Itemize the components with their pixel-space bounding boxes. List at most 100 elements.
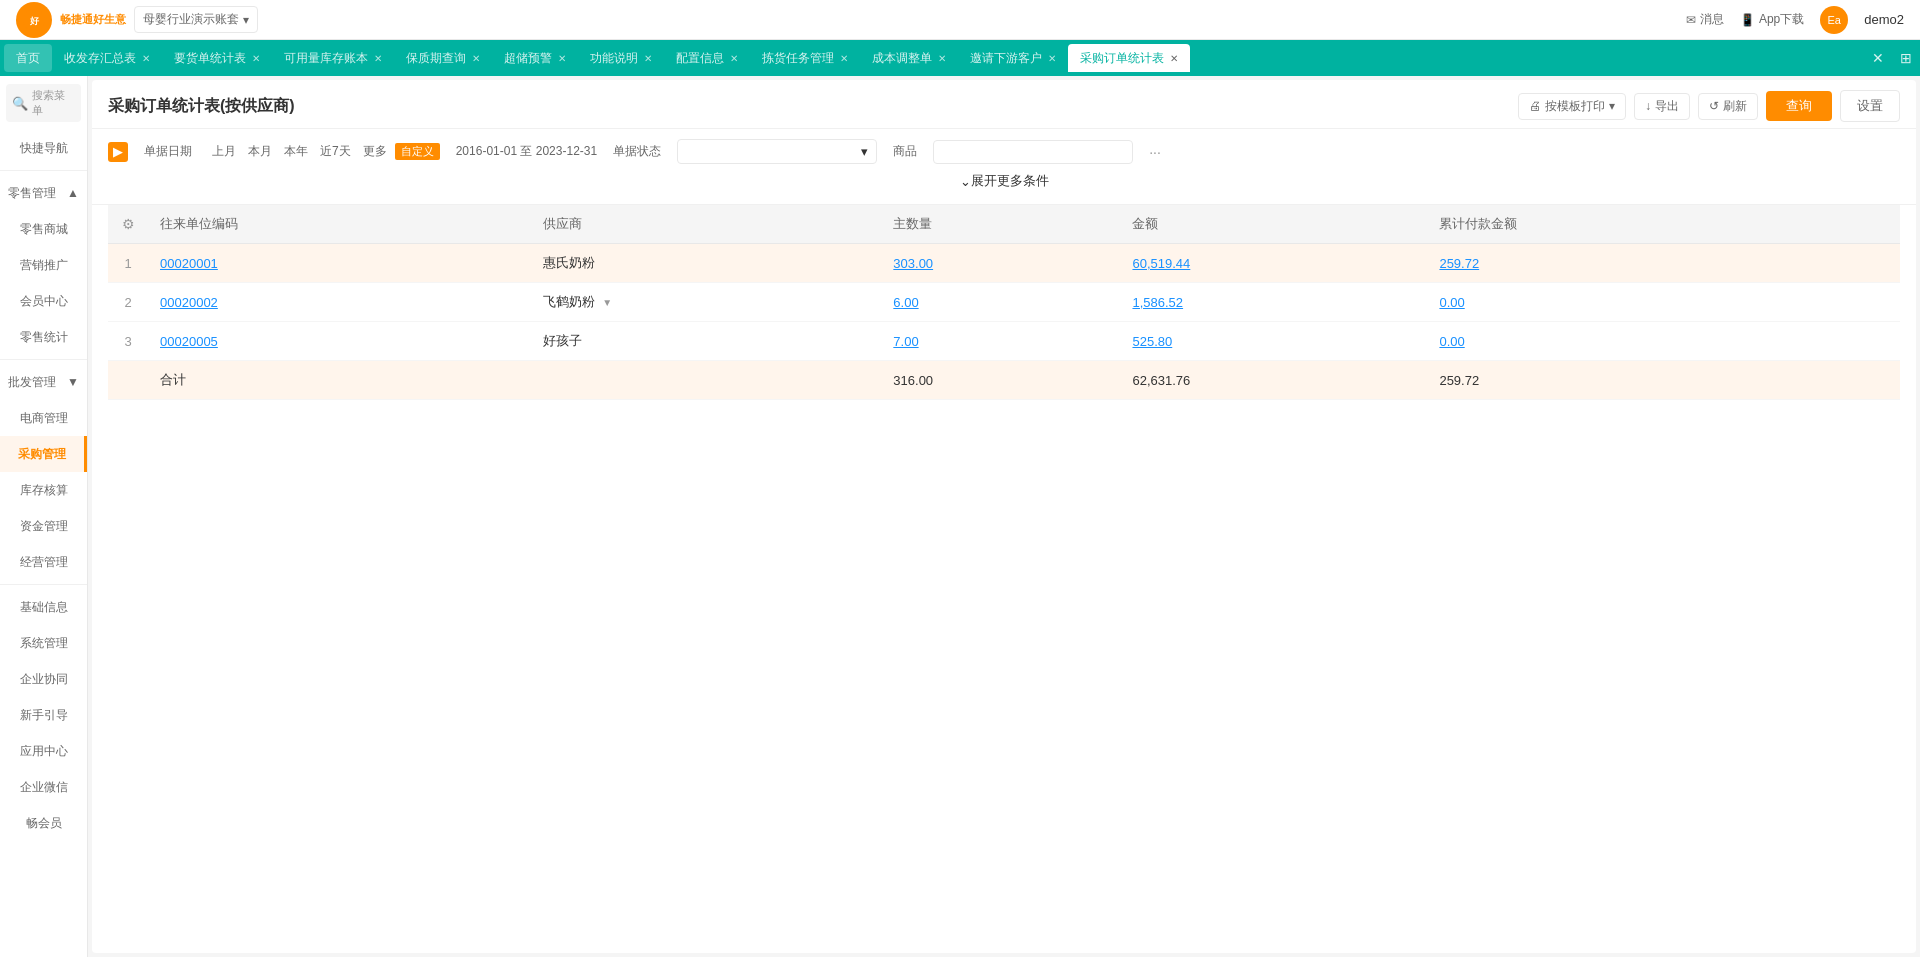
sidebar-item-app-center[interactable]: 应用中心 xyxy=(0,733,87,769)
sidebar-section-retail[interactable]: 零售管理 ▲ xyxy=(0,175,87,211)
sidebar-item-quick-nav[interactable]: 快捷导航 xyxy=(0,130,87,166)
date-shortcut-7days[interactable]: 近7天 xyxy=(316,141,355,162)
tab-pick-task[interactable]: 拣货任务管理 ✕ xyxy=(750,44,860,72)
sidebar-item-enterprise-collab[interactable]: 企业协同 xyxy=(0,661,87,697)
avatar[interactable]: Ea xyxy=(1820,6,1848,34)
tab-purchase-stats[interactable]: 采购订单统计表 ✕ xyxy=(1068,44,1190,72)
sidebar-item-capital-mgmt[interactable]: 资金管理 xyxy=(0,508,87,544)
sidebar-search-area[interactable]: 🔍 搜索菜单 xyxy=(0,76,87,130)
filter-row-1: ▶ 单据日期 上月 本月 本年 近7天 更多 自定义 2016-01-01 至 xyxy=(108,139,1900,164)
date-custom-badge[interactable]: 自定义 xyxy=(395,143,440,160)
sidebar-item-marketing[interactable]: 营销推广 xyxy=(0,247,87,283)
close-icon[interactable]: ✕ xyxy=(644,53,652,64)
sidebar-item-label: 零售商城 xyxy=(20,221,68,238)
sidebar-item-label: 电商管理 xyxy=(20,410,68,427)
amount-link[interactable]: 1,586.52 xyxy=(1132,295,1183,310)
paid-link[interactable]: 0.00 xyxy=(1439,295,1464,310)
sidebar-item-system-mgmt[interactable]: 系统管理 xyxy=(0,625,87,661)
amount-link[interactable]: 60,519.44 xyxy=(1132,256,1190,271)
date-shortcut-this-year[interactable]: 本年 xyxy=(280,141,312,162)
nav-end-actions: ✕ ⊞ xyxy=(1868,48,1916,68)
sidebar-section-wholesale[interactable]: 批发管理 ▼ xyxy=(0,364,87,400)
cell-index: 1 xyxy=(108,244,148,283)
sidebar-item-member[interactable]: 畅会员 xyxy=(0,805,87,841)
close-icon[interactable]: ✕ xyxy=(840,53,848,64)
date-filter-label: 单据日期 xyxy=(144,143,192,160)
message-icon: ✉ xyxy=(1686,13,1696,27)
cell-index: 3 xyxy=(108,322,148,361)
sidebar-divider-3 xyxy=(0,584,87,585)
date-shortcut-last-month[interactable]: 上月 xyxy=(208,141,240,162)
export-label: 导出 xyxy=(1655,98,1679,115)
unit-code-link[interactable]: 00020002 xyxy=(160,295,218,310)
sidebar-item-ecommerce[interactable]: 电商管理 xyxy=(0,400,87,436)
sidebar-item-basic-info[interactable]: 基础信息 xyxy=(0,589,87,625)
tab-cost-adjust[interactable]: 成本调整单 ✕ xyxy=(860,44,958,72)
close-icon[interactable]: ✕ xyxy=(142,53,150,64)
more-fields-icon[interactable]: ··· xyxy=(1149,144,1161,160)
tab-usable-stock[interactable]: 可用量库存账本 ✕ xyxy=(272,44,394,72)
close-icon[interactable]: ✕ xyxy=(1048,53,1056,64)
tab-func-desc[interactable]: 功能说明 ✕ xyxy=(578,44,664,72)
close-icon[interactable]: ✕ xyxy=(730,53,738,64)
sidebar-item-purchase-mgmt[interactable]: 采购管理 xyxy=(0,436,87,472)
sidebar-item-newbie[interactable]: 新手引导 xyxy=(0,697,87,733)
tab-invite-downstream[interactable]: 邀请下游客户 ✕ xyxy=(958,44,1068,72)
paid-link[interactable]: 0.00 xyxy=(1439,334,1464,349)
tab-validity[interactable]: 保质期查询 ✕ xyxy=(394,44,492,72)
cell-unit-code: 00020002 xyxy=(148,283,531,322)
date-shortcut-more[interactable]: 更多 xyxy=(359,141,391,162)
close-tab-btn[interactable]: ✕ xyxy=(1868,48,1888,68)
tab-collect-pay[interactable]: 收发存汇总表 ✕ xyxy=(52,44,162,72)
expand-more-btn[interactable]: ⌄ 展开更多条件 xyxy=(108,168,1900,194)
qty-link[interactable]: 7.00 xyxy=(893,334,918,349)
close-icon[interactable]: ✕ xyxy=(374,53,382,64)
app-download-action[interactable]: 📱 App下载 xyxy=(1740,11,1804,28)
workspace-selector[interactable]: 母婴行业演示账套 ▾ xyxy=(134,6,258,33)
sidebar-item-member-center[interactable]: 会员中心 xyxy=(0,283,87,319)
table-row[interactable]: 2 00020002 飞鹤奶粉 ▼ 6.00 1,586.52 0.00 xyxy=(108,283,1900,322)
status-filter-select[interactable]: ▾ xyxy=(677,139,877,164)
sidebar-item-label: 库存核算 xyxy=(20,482,68,499)
unit-code-link[interactable]: 00020001 xyxy=(160,256,218,271)
print-button[interactable]: 🖨 按模板打印 ▾ xyxy=(1518,93,1626,120)
qty-link[interactable]: 6.00 xyxy=(893,295,918,310)
sidebar-item-enterprise-wechat[interactable]: 企业微信 xyxy=(0,769,87,805)
table-header-row: ⚙ 往来单位编码 供应商 主数量 金额 累计付款金额 xyxy=(108,205,1900,244)
close-icon[interactable]: ✕ xyxy=(472,53,480,64)
export-button[interactable]: ↓ 导出 xyxy=(1634,93,1690,120)
tab-overstock[interactable]: 超储预警 ✕ xyxy=(492,44,578,72)
sidebar-item-inventory-check[interactable]: 库存核算 xyxy=(0,472,87,508)
date-shortcut-this-month[interactable]: 本月 xyxy=(244,141,276,162)
table-row[interactable]: 3 00020005 好孩子 7.00 525.80 0.00 xyxy=(108,322,1900,361)
goods-filter-label: 商品 xyxy=(893,143,917,160)
unit-code-link[interactable]: 00020005 xyxy=(160,334,218,349)
query-button[interactable]: 查询 xyxy=(1766,91,1832,121)
close-icon[interactable]: ✕ xyxy=(252,53,260,64)
tab-home[interactable]: 首页 xyxy=(4,44,52,72)
close-icon[interactable]: ✕ xyxy=(938,53,946,64)
close-icon[interactable]: ✕ xyxy=(1170,53,1178,64)
table-row[interactable]: 1 00020001 惠氏奶粉 303.00 60,519.44 259.72 xyxy=(108,244,1900,283)
sidebar-item-retail-stats[interactable]: 零售统计 xyxy=(0,319,87,355)
maximize-tab-btn[interactable]: ⊞ xyxy=(1896,48,1916,68)
column-settings-icon[interactable]: ⚙ xyxy=(122,216,135,232)
goods-filter-input[interactable] xyxy=(933,140,1133,164)
sidebar-search-box[interactable]: 🔍 搜索菜单 xyxy=(6,84,81,122)
amount-link[interactable]: 525.80 xyxy=(1132,334,1172,349)
sidebar-item-biz-mgmt[interactable]: 经营管理 xyxy=(0,544,87,580)
filter-toggle-btn[interactable]: ▶ xyxy=(108,142,128,162)
message-action[interactable]: ✉ 消息 xyxy=(1686,11,1724,28)
paid-link[interactable]: 259.72 xyxy=(1439,256,1479,271)
sidebar-item-retail-shop[interactable]: 零售商城 xyxy=(0,211,87,247)
chevron-down-icon: ▾ xyxy=(243,13,249,27)
cell-extra xyxy=(1810,283,1900,322)
refresh-button[interactable]: ↺ 刷新 xyxy=(1698,93,1758,120)
close-icon[interactable]: ✕ xyxy=(558,53,566,64)
tab-config-info[interactable]: 配置信息 ✕ xyxy=(664,44,750,72)
th-amount: 金额 xyxy=(1120,205,1427,244)
settings-button[interactable]: 设置 xyxy=(1840,90,1900,122)
qty-link[interactable]: 303.00 xyxy=(893,256,933,271)
tab-goods-stats[interactable]: 要货单统计表 ✕ xyxy=(162,44,272,72)
cell-paid: 259.72 xyxy=(1427,244,1810,283)
